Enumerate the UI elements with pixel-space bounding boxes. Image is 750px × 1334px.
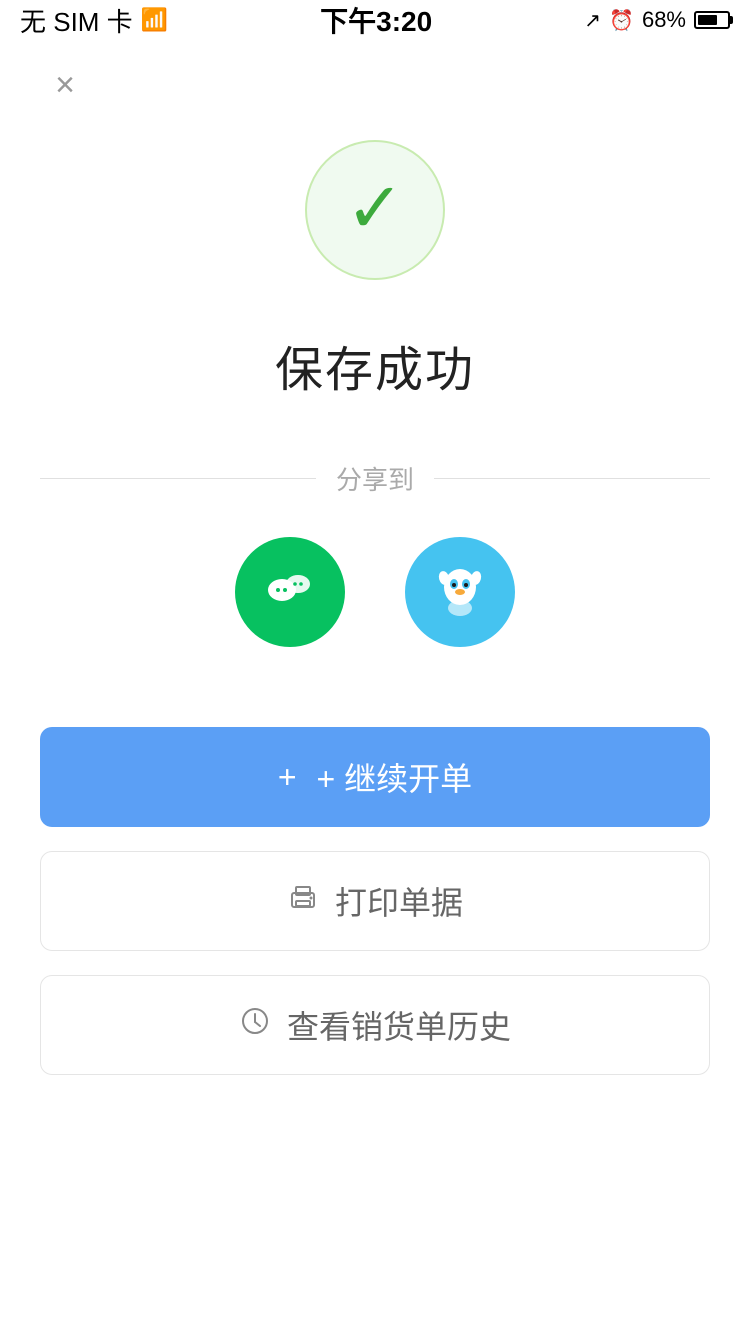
battery-percentage: 68% (642, 7, 686, 33)
share-label: 分享到 (336, 460, 414, 497)
print-icon (287, 881, 319, 921)
status-left: 无 SIM 卡 📶 (20, 2, 168, 39)
continue-order-button[interactable]: + + 继续开单 (40, 727, 710, 827)
status-right: ↗ ⏰ 68% (584, 7, 730, 33)
continue-icon: + (278, 759, 297, 796)
success-icon-circle: ✓ (305, 140, 445, 280)
alarm-icon: ⏰ (609, 8, 634, 33)
wechat-icon-svg (258, 560, 322, 624)
history-icon (239, 1005, 271, 1045)
qq-icon-svg (428, 560, 492, 624)
location-icon: ↗ (584, 8, 601, 33)
close-button[interactable]: × (40, 60, 90, 110)
wifi-icon: 📶 (141, 7, 168, 33)
main-content: × ✓ 保存成功 分享到 (0, 40, 750, 1334)
view-history-button[interactable]: 查看销货单历史 (40, 975, 710, 1075)
success-title: 保存成功 (275, 330, 475, 400)
battery-icon (694, 11, 730, 29)
continue-label: + 继续开单 (317, 754, 473, 800)
print-label: 打印单据 (335, 878, 463, 924)
divider-left (40, 478, 316, 479)
close-icon: × (55, 68, 75, 102)
share-icons-row (235, 537, 515, 647)
action-buttons: + + 继续开单 打印单据 (40, 727, 710, 1075)
history-label: 查看销货单历史 (287, 1002, 511, 1048)
share-divider: 分享到 (40, 460, 710, 497)
wechat-share-button[interactable] (235, 537, 345, 647)
battery-container (694, 11, 730, 29)
time-display: 下午3:20 (320, 0, 432, 40)
checkmark-icon: ✓ (346, 173, 405, 243)
battery-fill (698, 15, 717, 25)
status-bar: 无 SIM 卡 📶 下午3:20 ↗ ⏰ 68% (0, 0, 750, 40)
no-sim-text: 无 SIM 卡 (20, 2, 133, 39)
qq-share-button[interactable] (405, 537, 515, 647)
divider-right (434, 478, 710, 479)
print-button[interactable]: 打印单据 (40, 851, 710, 951)
